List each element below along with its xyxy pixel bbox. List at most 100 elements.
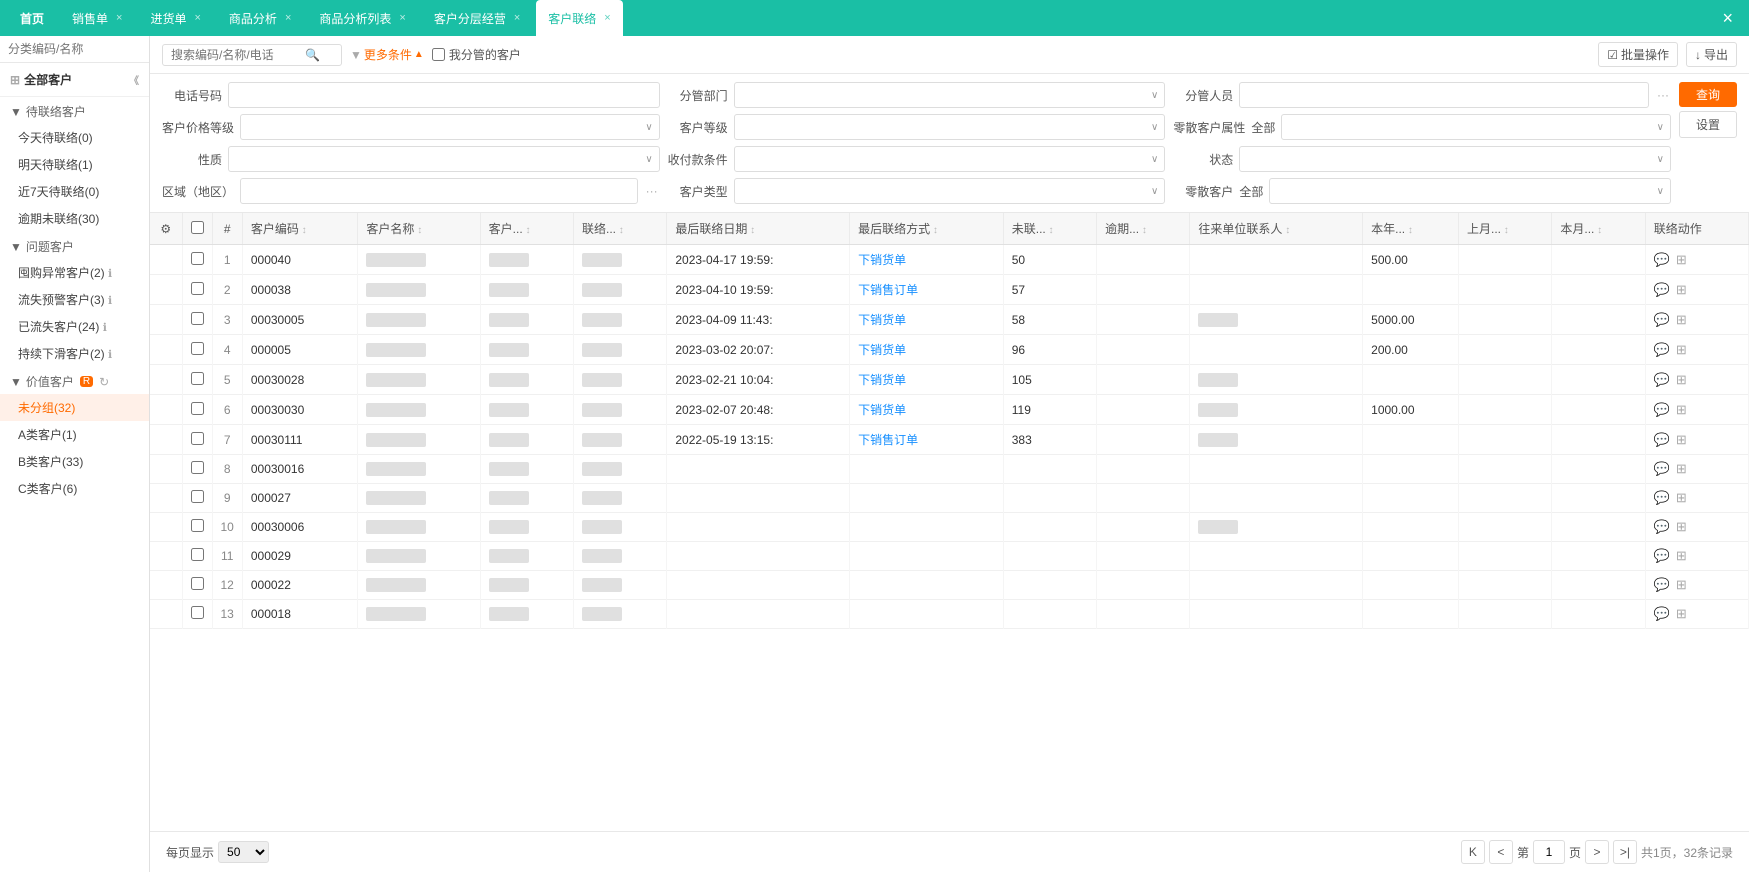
sidebar-item-ungroup[interactable]: 未分组(32) [0, 394, 149, 421]
tab-sales-close[interactable]: × [116, 12, 122, 24]
batch-ops-button[interactable]: ☑ 批量操作 [1598, 42, 1678, 67]
export-button[interactable]: ↓ 导出 [1686, 42, 1737, 67]
sidebar-section-value[interactable]: ▼ 价值客户 R ↻ [0, 367, 149, 394]
sidebar-all-customers[interactable]: ⊞ 全部客户 《 [0, 63, 149, 97]
price-level-select[interactable]: ∨ [240, 114, 660, 140]
no-contact-col-header[interactable]: 未联... [1003, 213, 1096, 245]
more-conditions-button[interactable]: ▼ 更多条件 ▲ [350, 46, 424, 63]
contact-way-link[interactable]: 下销货单 [858, 373, 906, 387]
payment-select[interactable]: ∨ [734, 146, 1166, 172]
row-chat-icon[interactable]: 💬 [1654, 519, 1670, 535]
reset-button[interactable]: 设置 [1679, 111, 1737, 138]
tab-purchase-close[interactable]: × [194, 12, 200, 24]
sidebar-item-today[interactable]: 今天待联络(0) [0, 124, 149, 151]
tab-analysis-close[interactable]: × [285, 12, 291, 24]
sidebar-item-hoard-abnormal[interactable]: 囤购异常客户(2) ℹ [0, 259, 149, 286]
row-chat-icon[interactable]: 💬 [1654, 342, 1670, 358]
sidebar-search-input[interactable] [8, 42, 150, 56]
row-chat-icon[interactable]: 💬 [1654, 252, 1670, 268]
row-chat-icon[interactable]: 💬 [1654, 402, 1670, 418]
phone-input[interactable] [228, 82, 660, 108]
row-chat-icon[interactable]: 💬 [1654, 372, 1670, 388]
row-checkbox-cell[interactable] [182, 395, 212, 425]
dept-select[interactable]: ∨ [734, 82, 1166, 108]
row-checkbox-cell[interactable] [182, 365, 212, 395]
row-checkbox[interactable] [191, 312, 204, 325]
row-chat-icon[interactable]: 💬 [1654, 606, 1670, 622]
tab-purchase[interactable]: 进货单 × [138, 0, 212, 36]
contact-way-link[interactable]: 下销货单 [858, 403, 906, 417]
row-grid-icon[interactable]: ⊞ [1676, 432, 1687, 448]
last-page-button[interactable]: >| [1613, 840, 1637, 864]
tab-sales[interactable]: 销售单 × [60, 0, 134, 36]
last-contact-date-col-header[interactable]: 最后联络日期 [667, 213, 850, 245]
code-col-header[interactable]: 客户编码 [242, 213, 358, 245]
value-refresh-icon[interactable]: ↻ [99, 375, 109, 389]
row-checkbox-cell[interactable] [182, 305, 212, 335]
sidebar-item-churned[interactable]: 已流失客户(24) ℹ [0, 313, 149, 340]
first-page-button[interactable]: K [1461, 840, 1485, 864]
contact-col-header[interactable]: 联络... [574, 213, 667, 245]
row-chat-icon[interactable]: 💬 [1654, 461, 1670, 477]
row-grid-icon[interactable]: ⊞ [1676, 252, 1687, 268]
row-grid-icon[interactable]: ⊞ [1676, 282, 1687, 298]
contact-way-link[interactable]: 下销货单 [858, 343, 906, 357]
this-year-col-header[interactable]: 本年... [1363, 213, 1459, 245]
cust-level-select[interactable]: ∨ [734, 114, 1166, 140]
my-customers-checkbox[interactable] [432, 48, 445, 61]
row-grid-icon[interactable]: ⊞ [1676, 461, 1687, 477]
region-select[interactable] [240, 178, 638, 204]
tab-customer-tier[interactable]: 客户分层经营 × [422, 0, 532, 36]
sidebar-item-overdue[interactable]: 逾期未联络(30) [0, 205, 149, 232]
row-grid-icon[interactable]: ⊞ [1676, 402, 1687, 418]
row-chat-icon[interactable]: 💬 [1654, 548, 1670, 564]
row-grid-icon[interactable]: ⊞ [1676, 606, 1687, 622]
next-page-button[interactable]: > [1585, 840, 1609, 864]
this-month-col-header[interactable]: 本月... [1552, 213, 1645, 245]
overdue-col-header[interactable]: 逾期... [1097, 213, 1190, 245]
row-checkbox[interactable] [191, 577, 204, 590]
row-checkbox[interactable] [191, 461, 204, 474]
settings-icon[interactable]: ⚙ [160, 222, 171, 236]
sidebar-item-declining[interactable]: 持续下滑客户(2) ℹ [0, 340, 149, 367]
page-number-input[interactable] [1533, 840, 1565, 864]
region-dots-button[interactable]: ··· [644, 184, 660, 198]
tab-customer-contact[interactable]: 客户联络 × [536, 0, 622, 36]
row-checkbox-cell[interactable] [182, 571, 212, 600]
row-checkbox-cell[interactable] [182, 542, 212, 571]
cust-type-select[interactable]: ∨ [734, 178, 1166, 204]
manager-select[interactable] [1239, 82, 1649, 108]
tab-customer-contact-close[interactable]: × [604, 12, 610, 24]
sidebar-item-7days[interactable]: 近7天待联络(0) [0, 178, 149, 205]
row-checkbox-cell[interactable] [182, 513, 212, 542]
row-grid-icon[interactable]: ⊞ [1676, 312, 1687, 328]
row-chat-icon[interactable]: 💬 [1654, 577, 1670, 593]
row-checkbox-cell[interactable] [182, 275, 212, 305]
row-checkbox[interactable] [191, 606, 204, 619]
select-all-checkbox[interactable] [191, 221, 204, 234]
row-checkbox[interactable] [191, 490, 204, 503]
sidebar-section-pending[interactable]: ▼ 待联络客户 [0, 97, 149, 124]
row-chat-icon[interactable]: 💬 [1654, 432, 1670, 448]
last-contact-way-col-header[interactable]: 最后联络方式 [850, 213, 1004, 245]
row-chat-icon[interactable]: 💬 [1654, 312, 1670, 328]
retail-cust-select[interactable]: ∨ [1269, 178, 1671, 204]
row-checkbox-cell[interactable] [182, 484, 212, 513]
contact-way-link[interactable]: 下销售订单 [858, 283, 918, 297]
row-grid-icon[interactable]: ⊞ [1676, 372, 1687, 388]
row-checkbox-cell[interactable] [182, 455, 212, 484]
row-checkbox[interactable] [191, 548, 204, 561]
retail-attr-select[interactable]: ∨ [1281, 114, 1671, 140]
tab-analysis-list[interactable]: 商品分析列表 × [307, 0, 417, 36]
row-checkbox[interactable] [191, 372, 204, 385]
tab-customer-tier-close[interactable]: × [514, 12, 520, 24]
main-search-input[interactable] [171, 48, 301, 62]
status-select[interactable]: ∨ [1239, 146, 1671, 172]
contact-way-link[interactable]: 下销货单 [858, 253, 906, 267]
tab-analysis[interactable]: 商品分析 × [217, 0, 303, 36]
row-checkbox-cell[interactable] [182, 335, 212, 365]
close-all-tabs-button[interactable]: × [1714, 8, 1741, 29]
sidebar-item-tomorrow[interactable]: 明天待联络(1) [0, 151, 149, 178]
unit-contact-col-header[interactable]: 往来单位联系人 [1190, 213, 1363, 245]
prev-page-button[interactable]: < [1489, 840, 1513, 864]
